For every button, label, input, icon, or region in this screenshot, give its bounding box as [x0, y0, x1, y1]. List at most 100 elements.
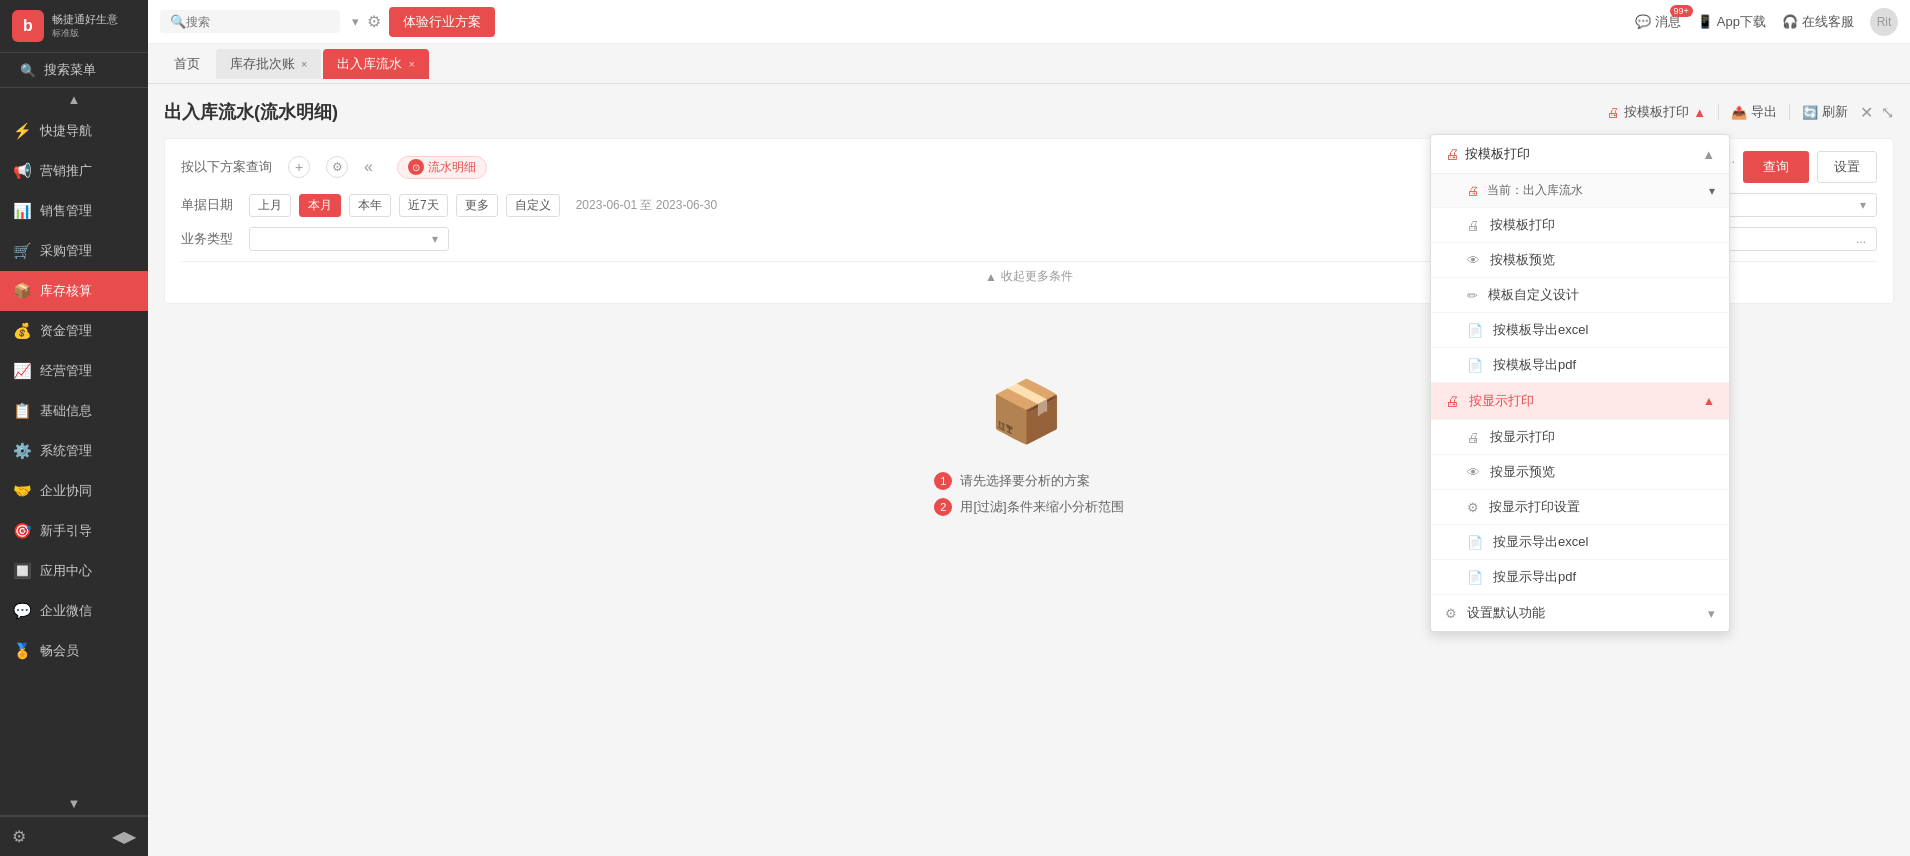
dropdown-header-arrow[interactable]: ▲: [1702, 147, 1715, 162]
tab-inventory-batch[interactable]: 库存批次账 ×: [216, 49, 321, 79]
sidebar-item-label: 企业协同: [40, 482, 92, 500]
template-export-excel-item[interactable]: 📄 按模板导出excel: [1431, 313, 1729, 348]
biz-type-select[interactable]: ▾: [249, 227, 449, 251]
setting-button[interactable]: 设置: [1817, 151, 1877, 183]
sidebar-item-label: 经营管理: [40, 362, 92, 380]
sidebar-item-apps[interactable]: 🔲 应用中心: [0, 551, 148, 591]
date-btn-this-year[interactable]: 本年: [349, 194, 391, 217]
divider-1: [1718, 104, 1719, 120]
sidebar-item-label: 基础信息: [40, 402, 92, 420]
search-icon: 🔍: [20, 63, 36, 78]
message-icon: 💬: [1635, 14, 1651, 29]
date-range: 2023-06-01 至 2023-06-30: [576, 197, 717, 214]
sidebar-item-label: 采购管理: [40, 242, 92, 260]
sidebar-item-quick-nav[interactable]: ⚡ 快捷导航: [0, 111, 148, 151]
sidebar-item-label: 库存核算: [40, 282, 92, 300]
date-btn-last7[interactable]: 近7天: [399, 194, 448, 217]
display-print-section-label: 按显示打印: [1469, 392, 1534, 410]
date-btn-last-month[interactable]: 上月: [249, 194, 291, 217]
sidebar-item-basic[interactable]: 📋 基础信息: [0, 391, 148, 431]
industry-plan-button[interactable]: 体验行业方案: [389, 7, 495, 37]
close-panel-button[interactable]: ✕: [1860, 103, 1873, 122]
sidebar-item-guide[interactable]: 🎯 新手引导: [0, 511, 148, 551]
topbar-right-actions: 💬 消息 99+ 📱 App下载 🎧 在线客服 Rit: [1635, 8, 1898, 36]
display-export-pdf-item[interactable]: 📄 按显示导出pdf: [1431, 560, 1729, 595]
template-export-pdf-item[interactable]: 📄 按模板导出pdf: [1431, 348, 1729, 383]
tab-home[interactable]: 首页: [160, 49, 214, 79]
topbar-search-input[interactable]: [186, 15, 286, 29]
sidebar-item-operations[interactable]: 📈 经营管理: [0, 351, 148, 391]
sidebar-search-item[interactable]: 🔍 搜索菜单: [0, 53, 148, 87]
date-btn-more[interactable]: 更多: [456, 194, 498, 217]
message-badge: 99+: [1670, 5, 1693, 17]
sidebar-item-inventory[interactable]: 📦 库存核算: [0, 271, 148, 311]
dropdown-footer[interactable]: ⚙ 设置默认功能 ▾: [1431, 595, 1729, 631]
topbar-search-box[interactable]: 🔍: [160, 10, 340, 33]
logo-text-block: 畅捷通好生意 标准版: [52, 12, 118, 39]
sidebar-scroll-down[interactable]: ▼: [0, 792, 148, 816]
sidebar-item-label: 畅会员: [40, 642, 79, 660]
display-print-section-header[interactable]: 🖨 按显示打印 ▲: [1431, 383, 1729, 420]
tab-inout-flow[interactable]: 出入库流水 ×: [323, 49, 428, 79]
dropdown-header-icon: 🖨: [1445, 146, 1459, 162]
toggle-sidebar-icon[interactable]: ◀▶: [112, 827, 136, 846]
sidebar-logo: b 畅捷通好生意 标准版: [0, 0, 148, 53]
template-print-item[interactable]: 🖨 按模板打印: [1431, 208, 1729, 243]
operations-icon: 📈: [12, 361, 32, 381]
sidebar-item-cooperation[interactable]: 🤝 企业协同: [0, 471, 148, 511]
empty-box-icon: 📦: [989, 378, 1064, 445]
sidebar-item-label: 新手引导: [40, 522, 92, 540]
filter-add-button[interactable]: +: [288, 156, 310, 178]
message-button[interactable]: 💬 消息 99+: [1635, 13, 1681, 31]
sidebar-item-system[interactable]: ⚙️ 系统管理: [0, 431, 148, 471]
display-print-settings-item[interactable]: ⚙ 按显示打印设置: [1431, 490, 1729, 525]
flow-detail-tag[interactable]: ⊙ 流水明细: [397, 156, 487, 179]
window-controls: ✕ ⤡: [1860, 103, 1894, 122]
date-btn-this-month[interactable]: 本月: [299, 194, 341, 217]
warehouse-more-dots[interactable]: ...: [1856, 232, 1866, 246]
template-customize-item[interactable]: ✏ 模板自定义设计: [1431, 278, 1729, 313]
sidebar-item-wechat[interactable]: 💬 企业微信: [0, 591, 148, 631]
sidebar-item-sales[interactable]: 📊 销售管理: [0, 191, 148, 231]
tag-icon: ⊙: [408, 159, 424, 175]
display-print-settings-label: 按显示打印设置: [1489, 498, 1580, 516]
template-preview-label: 按模板预览: [1490, 251, 1555, 269]
display-preview-item[interactable]: 👁 按显示预览: [1431, 455, 1729, 490]
sidebar-item-member[interactable]: 🏅 畅会员: [0, 631, 148, 671]
apps-icon: 🔲: [12, 561, 32, 581]
export-button[interactable]: 📤 导出: [1731, 103, 1777, 121]
app-download-button[interactable]: 📱 App下载: [1697, 13, 1766, 31]
empty-step-2: 2 用[过滤]条件来缩小分析范围: [934, 498, 1123, 516]
refresh-button[interactable]: 🔄 刷新: [1802, 103, 1848, 121]
online-service-label: 在线客服: [1802, 13, 1854, 31]
logo-name: 畅捷通好生意: [52, 12, 118, 26]
topbar-search-dropdown-icon[interactable]: ▾: [352, 14, 359, 29]
sidebar-item-finance[interactable]: 💰 资金管理: [0, 311, 148, 351]
collapse-up-icon: ▲: [985, 270, 997, 284]
sidebar-scroll-up[interactable]: ▲: [0, 87, 148, 111]
sidebar-item-marketing[interactable]: 📢 营销推广: [0, 151, 148, 191]
query-button[interactable]: 查询: [1743, 151, 1809, 183]
filter-gear-button[interactable]: ⚙: [326, 156, 348, 178]
settings-icon[interactable]: ⚙: [12, 827, 26, 846]
user-avatar[interactable]: Rit: [1870, 8, 1898, 36]
tab-inventory-batch-close[interactable]: ×: [301, 58, 307, 70]
quick-nav-icon: ⚡: [12, 121, 32, 141]
display-export-excel-item[interactable]: 📄 按显示导出excel: [1431, 525, 1729, 560]
content-area: 出入库流水(流水明细) 🖨 按模板打印 ▲ 📤 导出 🔄 刷新: [148, 84, 1910, 856]
date-btn-custom[interactable]: 自定义: [506, 194, 560, 217]
headphone-icon: 🎧: [1782, 14, 1798, 29]
tab-inventory-batch-label: 库存批次账: [230, 55, 295, 73]
sidebar-item-label: 快捷导航: [40, 122, 92, 140]
dropdown-current-template[interactable]: 🖨 当前：出入库流水 ▾: [1431, 174, 1729, 208]
template-print-button[interactable]: 🖨 按模板打印 ▲: [1607, 103, 1706, 121]
template-preview-item[interactable]: 👁 按模板预览: [1431, 243, 1729, 278]
sidebar-search-label: 搜索菜单: [44, 61, 96, 79]
expand-panel-button[interactable]: ⤡: [1881, 103, 1894, 122]
filter-collapse-icon[interactable]: «: [364, 158, 373, 176]
online-service-button[interactable]: 🎧 在线客服: [1782, 13, 1854, 31]
display-print-item[interactable]: 🖨 按显示打印: [1431, 420, 1729, 455]
tab-inout-flow-close[interactable]: ×: [408, 58, 414, 70]
topbar-settings-icon[interactable]: ⚙: [367, 12, 381, 31]
sidebar-item-purchase[interactable]: 🛒 采购管理: [0, 231, 148, 271]
